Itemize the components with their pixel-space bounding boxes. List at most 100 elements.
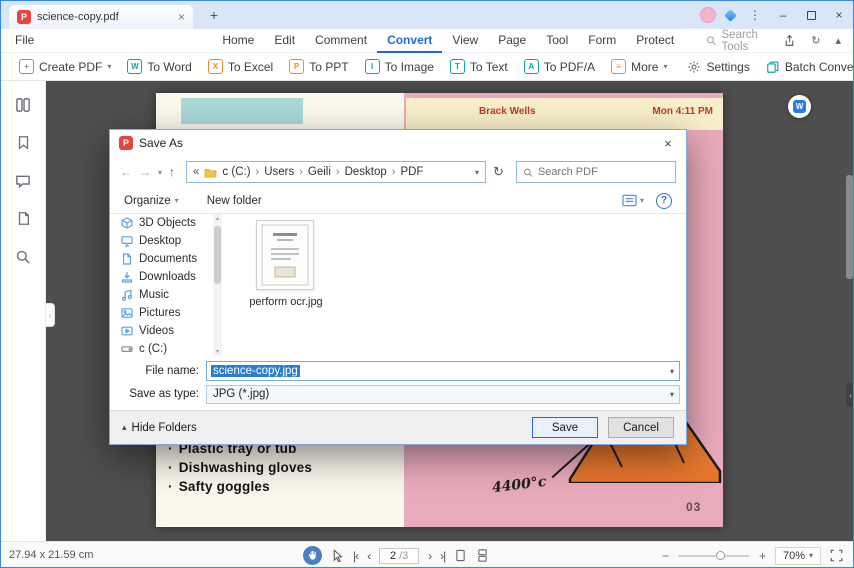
hide-folders-button[interactable]: ▴ Hide Folders xyxy=(122,422,197,434)
zoom-slider[interactable] xyxy=(678,555,750,557)
settings-button[interactable]: Settings xyxy=(679,53,757,81)
tree-item-pictures[interactable]: Pictures xyxy=(110,304,222,322)
forward-icon[interactable]: → xyxy=(139,165,151,179)
collapse-ribbon-icon[interactable]: ▴ xyxy=(835,34,841,47)
previous-page-button[interactable]: ‹ xyxy=(367,549,370,563)
search-input[interactable] xyxy=(538,166,669,178)
maximize-button[interactable] xyxy=(797,1,825,29)
zoom-slider-thumb[interactable] xyxy=(716,551,725,560)
menu-convert[interactable]: Convert xyxy=(377,29,442,53)
sync-icon[interactable]: ↻ xyxy=(811,34,820,47)
menu-file[interactable]: File xyxy=(5,29,44,53)
last-page-button[interactable]: ›| xyxy=(440,549,445,563)
tree-item-videos[interactable]: Videos xyxy=(110,322,222,340)
minimize-button[interactable]: – xyxy=(769,1,797,29)
search-panel-icon[interactable] xyxy=(15,248,32,265)
more-button[interactable]: ≡ More ▾ xyxy=(603,53,675,81)
to-word-button[interactable]: W To Word xyxy=(119,53,199,81)
tree-item-c-drive[interactable]: c (C:) xyxy=(110,340,222,356)
dialog-search-box[interactable] xyxy=(516,161,676,183)
tree-scrollbar-thumb[interactable] xyxy=(214,226,221,284)
attachment-panel-icon[interactable] xyxy=(15,210,32,227)
help-icon[interactable]: ? xyxy=(656,193,672,209)
bookmark-panel-icon[interactable] xyxy=(15,134,32,151)
fit-screen-icon[interactable] xyxy=(830,549,843,562)
new-folder-button[interactable]: New folder xyxy=(207,195,262,207)
menu-form[interactable]: Form xyxy=(578,29,626,53)
menu-view[interactable]: View xyxy=(442,29,488,53)
breadcrumb-collapse-icon[interactable]: « xyxy=(193,166,199,178)
search-tools-button[interactable]: Search Tools xyxy=(706,29,783,53)
share-icon[interactable] xyxy=(783,34,796,47)
change-view-button[interactable]: ▾ xyxy=(622,194,644,207)
thumbnail-panel-icon[interactable] xyxy=(15,96,32,113)
breadcrumb-segment[interactable]: PDF xyxy=(400,166,423,178)
cancel-button[interactable]: Cancel xyxy=(608,417,674,438)
document-tab[interactable]: P science-copy.pdf × xyxy=(9,5,193,29)
breadcrumb-dropdown-icon[interactable]: ▾ xyxy=(475,168,479,177)
new-tab-button[interactable]: + xyxy=(205,6,223,24)
first-page-button[interactable]: |‹ xyxy=(353,549,358,563)
dialog-titlebar[interactable]: P Save As × xyxy=(110,130,686,156)
continuous-view-icon[interactable] xyxy=(476,549,489,562)
batch-convert-button[interactable]: Batch Conve xyxy=(758,53,854,81)
to-text-button[interactable]: T To Text xyxy=(442,53,516,81)
refresh-icon[interactable]: ↻ xyxy=(493,164,504,180)
zoom-out-button[interactable]: − xyxy=(662,549,669,563)
zoom-in-button[interactable]: + xyxy=(759,549,766,563)
upgrade-gem-icon[interactable] xyxy=(724,9,737,22)
expand-right-panel-handle[interactable]: ‹ xyxy=(846,383,854,407)
up-one-level-icon[interactable]: ↑ xyxy=(169,165,175,179)
breadcrumb[interactable]: « c (C:) › Users › Geili › Desktop › PDF… xyxy=(186,161,486,183)
menu-page[interactable]: Page xyxy=(488,29,536,53)
file-name-input[interactable]: science-copy.jpg ▾ xyxy=(206,361,680,381)
to-excel-button[interactable]: X To Excel xyxy=(200,53,281,81)
back-icon[interactable]: ← xyxy=(120,165,132,179)
vertical-scrollbar[interactable] xyxy=(846,83,853,539)
hand-tool-button[interactable] xyxy=(303,546,322,565)
tree-item-3d-objects[interactable]: 3D Objects xyxy=(110,214,222,232)
expand-left-panel-handle[interactable]: › xyxy=(46,303,55,327)
chevron-down-icon[interactable]: ▾ xyxy=(670,367,674,376)
file-name-value[interactable]: science-copy.jpg xyxy=(211,365,300,377)
menu-edit[interactable]: Edit xyxy=(264,29,305,53)
create-pdf-button[interactable]: + Create PDF ▾ xyxy=(11,53,119,81)
select-tool-icon[interactable] xyxy=(331,549,344,562)
tree-item-downloads[interactable]: Downloads xyxy=(110,268,222,286)
menu-comment[interactable]: Comment xyxy=(305,29,377,53)
user-avatar[interactable] xyxy=(700,7,716,23)
breadcrumb-segment[interactable]: c (C:) xyxy=(222,166,250,178)
tree-scrollbar[interactable]: ▴ ▾ xyxy=(213,214,222,356)
scroll-down-icon[interactable]: ▾ xyxy=(216,348,219,355)
menu-protect[interactable]: Protect xyxy=(626,29,684,53)
floating-translate-widget[interactable]: W xyxy=(788,95,811,118)
file-thumbnail[interactable] xyxy=(256,220,314,290)
page-number-input[interactable]: 2 /3 xyxy=(379,548,419,564)
scrollbar-thumb[interactable] xyxy=(846,175,853,279)
tree-item-music[interactable]: Music xyxy=(110,286,222,304)
close-window-button[interactable]: × xyxy=(825,1,853,29)
tree-item-desktop[interactable]: Desktop xyxy=(110,232,222,250)
tree-item-documents[interactable]: Documents xyxy=(110,250,222,268)
single-page-view-icon[interactable] xyxy=(454,549,467,562)
breadcrumb-segment[interactable]: Geili xyxy=(308,166,331,178)
breadcrumb-segment[interactable]: Users xyxy=(264,166,294,178)
file-name[interactable]: perform ocr.jpg xyxy=(226,296,346,308)
comment-panel-icon[interactable] xyxy=(15,172,32,189)
next-page-button[interactable]: › xyxy=(428,549,431,563)
recent-locations-icon[interactable]: ▾ xyxy=(158,168,162,177)
organize-button[interactable]: Organize xyxy=(124,195,171,207)
scroll-up-icon[interactable]: ▴ xyxy=(216,215,219,222)
save-button[interactable]: Save xyxy=(532,417,598,438)
to-image-button[interactable]: I To Image xyxy=(357,53,442,81)
dialog-close-icon[interactable]: × xyxy=(659,136,677,151)
menu-home[interactable]: Home xyxy=(212,29,264,53)
zoom-level-select[interactable]: 70% ▾ xyxy=(775,547,821,565)
to-ppt-button[interactable]: P To PPT xyxy=(281,53,356,81)
to-pdfa-button[interactable]: A To PDF/A xyxy=(516,53,603,81)
more-menu-icon[interactable]: ⋮ xyxy=(747,8,763,22)
menu-tool[interactable]: Tool xyxy=(536,29,578,53)
save-type-select[interactable]: JPG (*.jpg) ▾ xyxy=(206,385,680,404)
breadcrumb-segment[interactable]: Desktop xyxy=(345,166,387,178)
tab-close-icon[interactable]: × xyxy=(178,11,185,23)
